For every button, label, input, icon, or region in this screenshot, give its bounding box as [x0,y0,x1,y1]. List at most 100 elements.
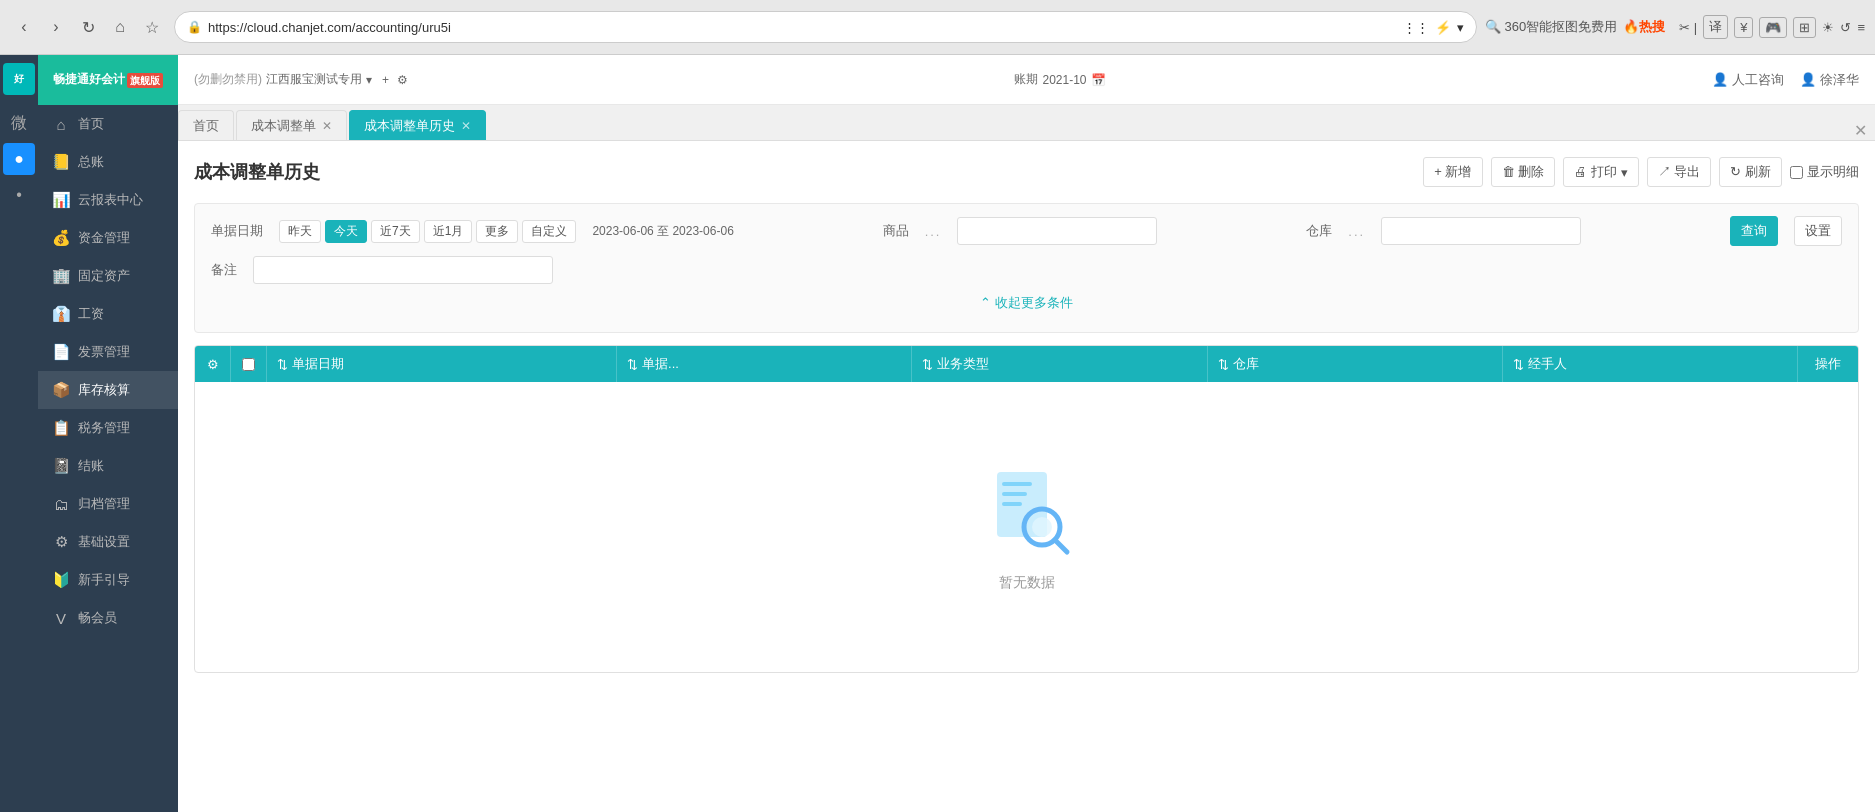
address-bar[interactable]: 🔒 https://cloud.chanjet.com/accounting/u… [174,11,1477,43]
th-type[interactable]: ⇅ 业务类型 [912,346,1207,382]
show-cols-checkbox[interactable]: 显示明细 [1790,163,1859,181]
btn-more-dates[interactable]: 更多 [476,220,518,243]
reload-button[interactable]: ↻ [74,13,102,41]
sidebar-label-assets: 固定资产 [78,267,130,285]
company-name: 江西服宝测试专用 [266,71,362,88]
user-info[interactable]: 👤 徐泽华 [1800,71,1859,89]
period-info: 账期 2021-10 📅 [1014,71,1105,88]
history-tool[interactable]: ↺ [1840,20,1851,35]
print-button[interactable]: 🖨 打印 ▾ [1563,157,1639,187]
th-handler[interactable]: ⇅ 经手人 [1503,346,1798,382]
collapse-row: ⌃ 收起更多条件 [211,294,1842,312]
game-tool[interactable]: 🎮 [1759,17,1787,38]
icon-bar-active[interactable]: ● [3,143,35,175]
user-name: 徐泽华 [1820,71,1859,89]
th-type-label: 业务类型 [937,355,989,373]
warehouse-filter-input[interactable] [1381,217,1581,245]
warehouse-dots: ... [1348,224,1365,239]
query-button[interactable]: 查询 [1730,216,1778,246]
close-tab-cost-adjust[interactable]: ✕ [322,119,332,133]
tab-cost-adjust-history[interactable]: 成本调整单历史 ✕ [349,110,486,140]
sidebar-item-guide[interactable]: 🔰 新手引导 [38,561,178,599]
service-button[interactable]: 👤 人工咨询 [1712,71,1784,89]
scissors-tool[interactable]: ✂ | [1679,20,1697,35]
th-handler-label: 经手人 [1528,355,1567,373]
select-all-checkbox[interactable] [242,358,255,371]
th-checkbox[interactable] [231,346,267,382]
member-icon: V [52,610,70,627]
search-tool[interactable]: 🔍 360智能抠图免费用 [1485,18,1617,36]
close-tab-history[interactable]: ✕ [461,119,471,133]
sidebar-item-payroll[interactable]: 👔 工资 [38,295,178,333]
sidebar-item-settings[interactable]: ⚙ 基础设置 [38,523,178,561]
date-filter-label: 单据日期 [211,222,263,240]
export-button[interactable]: ↗ 导出 [1647,157,1712,187]
table-header: ⚙ ⇅ 单据日期 ⇅ 单据... ⇅ 业务类型 [195,346,1858,382]
home-button[interactable]: ⌂ [106,13,134,41]
btn-custom-date[interactable]: 自定义 [522,220,576,243]
sidebar-item-invoice[interactable]: 📄 发票管理 [38,333,178,371]
ledger-icon: 📒 [52,153,70,171]
btn-yesterday[interactable]: 昨天 [279,220,321,243]
sidebar: 畅捷通好会计 旗舰版 ⌂ 首页 📒 总账 📊 云报表中心 💰 资金管理 🏢 [38,55,178,812]
refresh-button[interactable]: ↻ 刷新 [1719,157,1782,187]
translate-tool[interactable]: 译 [1703,15,1728,39]
home-icon: ⌂ [52,116,70,133]
btn-7days[interactable]: 近7天 [371,220,420,243]
sidebar-item-funds[interactable]: 💰 资金管理 [38,219,178,257]
filter-settings-button[interactable]: 设置 [1794,216,1842,246]
sidebar-label-ledger: 总账 [78,153,104,171]
user-avatar-icon: 👤 [1800,72,1816,87]
btn-today[interactable]: 今天 [325,220,367,243]
th-date[interactable]: ⇅ 单据日期 [267,346,617,382]
delete-button[interactable]: 🗑 删除 [1491,157,1556,187]
icon-bar-item2[interactable]: • [3,179,35,211]
hot-search[interactable]: 🔥热搜 [1623,18,1665,36]
sidebar-item-member[interactable]: V 畅会员 [38,599,178,637]
closing-icon: 📓 [52,457,70,475]
browser-chrome: ‹ › ↻ ⌂ ☆ 🔒 https://cloud.chanjet.com/ac… [0,0,1875,55]
sidebar-item-archive[interactable]: 🗂 归档管理 [38,485,178,523]
browser-right-tools: 🔍 360智能抠图免费用 🔥热搜 ✂ | 译 ¥ 🎮 ⊞ ☀ ↺ ≡ [1485,15,1865,39]
sidebar-item-tax[interactable]: 📋 税务管理 [38,409,178,447]
new-button[interactable]: + 新增 [1423,157,1482,187]
sidebar-item-ledger[interactable]: 📒 总账 [38,143,178,181]
tab-cost-adjust[interactable]: 成本调整单 ✕ [236,110,347,140]
filter-row-remark: 备注 [211,256,1842,284]
goods-filter-input[interactable] [957,217,1157,245]
menu-tool[interactable]: ≡ [1857,20,1865,35]
remark-label: 备注 [211,261,237,279]
icon-bar-weibo[interactable]: 微 [3,107,35,139]
sidebar-label-inventory: 库存核算 [78,381,130,399]
tab-home[interactable]: 首页 [178,110,234,140]
collapse-button[interactable]: ⌃ 收起更多条件 [980,294,1073,312]
sidebar-item-home[interactable]: ⌂ 首页 [38,105,178,143]
sidebar-item-inventory[interactable]: 📦 库存核算 [38,371,178,409]
svg-rect-1 [1002,482,1032,486]
wallet-tool[interactable]: ¥ [1734,17,1753,38]
add-company-icon[interactable]: + [382,73,389,87]
th-warehouse[interactable]: ⇅ 仓库 [1208,346,1503,382]
sidebar-item-closing[interactable]: 📓 结账 [38,447,178,485]
calendar-icon[interactable]: 📅 [1091,73,1106,87]
close-window-icon[interactable]: ✕ [1854,121,1867,140]
grid-tool[interactable]: ⊞ [1793,17,1816,38]
th-num[interactable]: ⇅ 单据... [617,346,912,382]
btn-1month[interactable]: 近1月 [424,220,473,243]
funds-icon: 💰 [52,229,70,247]
sort-date-icon: ⇅ [277,357,288,372]
forward-button[interactable]: › [42,13,70,41]
remark-input[interactable] [253,256,553,284]
sidebar-label-home: 首页 [78,115,104,133]
bookmark-button[interactable]: ☆ [138,13,166,41]
th-settings[interactable]: ⚙ [195,346,231,382]
company-selector[interactable]: (勿删勿禁用) 江西服宝测试专用 ▾ + ⚙ [194,71,408,88]
company-settings-icon[interactable]: ⚙ [397,73,408,87]
sidebar-label-reports: 云报表中心 [78,191,143,209]
show-cols-input[interactable] [1790,166,1803,179]
sidebar-item-assets[interactable]: 🏢 固定资产 [38,257,178,295]
sun-tool[interactable]: ☀ [1822,20,1834,35]
filter-row-date: 单据日期 昨天 今天 近7天 近1月 更多 自定义 2023-06-06 至 2… [211,216,1842,246]
sidebar-item-reports[interactable]: 📊 云报表中心 [38,181,178,219]
back-button[interactable]: ‹ [10,13,38,41]
